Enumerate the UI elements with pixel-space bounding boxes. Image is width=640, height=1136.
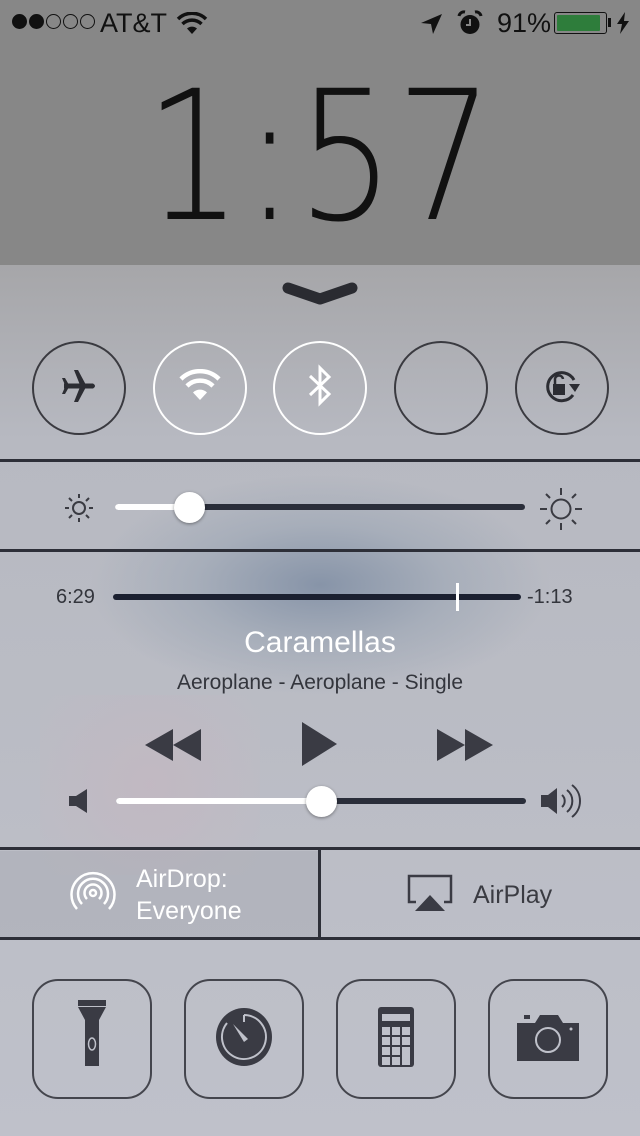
section-divider: [0, 549, 640, 552]
rewind-button[interactable]: [145, 727, 203, 768]
flashlight-icon: [77, 999, 107, 1079]
scrubber-playhead[interactable]: [455, 583, 459, 611]
section-divider: [0, 937, 640, 940]
airdrop-label: AirDrop: Everyone: [136, 863, 242, 927]
remaining-time: -1:13: [527, 586, 573, 608]
timer-button[interactable]: [184, 979, 304, 1099]
camera-icon: [517, 1013, 579, 1066]
airdrop-button[interactable]: AirDrop: Everyone: [0, 851, 318, 939]
play-icon: [302, 722, 337, 766]
airplay-label: AirPlay: [473, 880, 553, 909]
wifi-icon: [178, 368, 222, 408]
camera-button[interactable]: [488, 979, 608, 1099]
play-button[interactable]: [302, 722, 338, 771]
signal-strength-icon: [12, 14, 95, 29]
lockscreen: AT&T 91% 1:57: [0, 0, 640, 265]
volume-track-filled: [116, 798, 321, 804]
airdrop-icon: [70, 870, 116, 921]
battery-level-fill: [557, 15, 600, 31]
signal-dot: [29, 14, 44, 29]
battery-icon: [554, 12, 607, 34]
airdrop-title: AirDrop:: [136, 865, 228, 893]
battery-percent: 91%: [497, 8, 552, 38]
battery-nub: [608, 18, 611, 27]
airplay-icon: [407, 874, 453, 917]
section-divider: [0, 459, 640, 462]
speaker-high-icon: [540, 783, 584, 824]
calculator-icon: [378, 1006, 414, 1072]
chevron-down-icon[interactable]: [282, 281, 358, 310]
elapsed-time: 6:29: [56, 586, 95, 608]
bluetooth-icon: [306, 363, 334, 414]
rewind-icon: [145, 729, 201, 761]
sun-small-icon: [63, 492, 95, 529]
alarm-clock-icon: [457, 10, 483, 41]
airplay-button[interactable]: AirPlay: [321, 851, 640, 939]
signal-dot: [63, 14, 78, 29]
moon-icon: [423, 367, 459, 410]
status-bar: AT&T 91%: [0, 0, 640, 46]
wifi-toggle[interactable]: [153, 341, 247, 435]
rotation-lock-icon: [540, 364, 584, 413]
airplane-mode-toggle[interactable]: [32, 341, 126, 435]
scrubber-track[interactable]: [113, 594, 521, 600]
airplane-icon: [60, 368, 98, 409]
volume-slider-thumb[interactable]: [306, 786, 337, 817]
song-title: Caramellas: [244, 626, 396, 659]
fast-forward-icon: [437, 729, 493, 761]
toggle-row: [0, 341, 640, 435]
timer-icon: [215, 1007, 273, 1072]
airdrop-mode: Everyone: [136, 897, 242, 925]
bluetooth-toggle[interactable]: [273, 341, 367, 435]
signal-dot: [46, 14, 61, 29]
brightness-slider-thumb[interactable]: [173, 492, 205, 523]
fast-forward-button[interactable]: [437, 727, 495, 768]
location-arrow-icon: [420, 13, 444, 40]
signal-dot: [12, 14, 27, 29]
flashlight-button[interactable]: [32, 979, 152, 1099]
rotation-lock-toggle[interactable]: [515, 341, 609, 435]
wifi-icon: [176, 11, 208, 41]
lockscreen-clock: 1:57: [144, 53, 496, 262]
charging-bolt-icon: [616, 12, 630, 39]
calculator-button[interactable]: [336, 979, 456, 1099]
sun-large-icon: [538, 486, 584, 537]
do-not-disturb-toggle[interactable]: [394, 341, 488, 435]
song-artist-album: Aeroplane - Aeroplane - Single: [176, 671, 464, 694]
carrier-label: AT&T: [100, 8, 167, 38]
signal-dot: [80, 14, 95, 29]
control-center: 6:29 -1:13 Caramellas Aeroplane - Aeropl…: [0, 265, 640, 1136]
speaker-low-icon: [69, 788, 89, 819]
